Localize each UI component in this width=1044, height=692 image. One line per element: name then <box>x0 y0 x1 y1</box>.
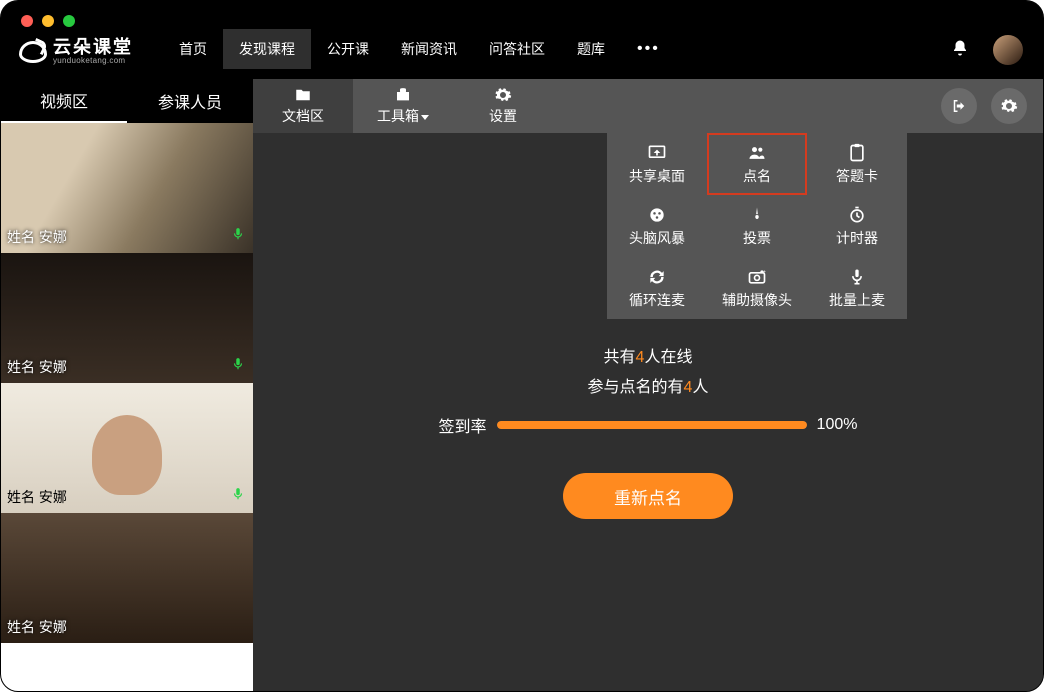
checkin-progress-bar <box>497 421 807 429</box>
user-avatar[interactable] <box>993 35 1023 65</box>
tool-batch-mic[interactable]: 批量上麦 <box>807 257 907 319</box>
tool-vote[interactable]: 投票 <box>707 195 807 257</box>
logo[interactable]: 云朵课堂 yunduoketang.com <box>19 38 133 69</box>
checkin-percent: 100% <box>817 416 858 434</box>
topbar-right <box>951 35 1023 65</box>
settings-button[interactable] <box>991 88 1027 124</box>
nav-more[interactable]: ••• <box>621 30 676 68</box>
left-tabs: 视频区 参课人员 <box>1 79 253 123</box>
logo-text: 云朵课堂 <box>53 38 133 56</box>
person-silhouette <box>92 415 162 495</box>
nav-home[interactable]: 首页 <box>163 29 223 69</box>
tool-rollcall[interactable]: 点名 <box>707 133 807 195</box>
main-toolbar: 文档区 工具箱 设置 <box>253 79 1043 133</box>
window-close-button[interactable] <box>21 15 33 27</box>
left-panel: 视频区 参课人员 姓名 安娜 姓名 安娜 姓名 安娜 姓名 安 <box>1 79 253 691</box>
gear-icon <box>492 86 514 104</box>
video-tile[interactable]: 姓名 安娜 <box>1 513 253 643</box>
toolbar-tools-label: 工具箱 <box>377 108 419 124</box>
exit-icon <box>950 97 968 115</box>
toolbar-settings-label: 设置 <box>489 106 517 126</box>
nav-question-bank[interactable]: 题库 <box>561 29 621 69</box>
video-name-label: 姓名 安娜 <box>7 227 67 247</box>
tab-participants[interactable]: 参课人员 <box>127 79 253 123</box>
tool-answer-card[interactable]: 答题卡 <box>807 133 907 195</box>
cloud-icon <box>19 41 47 63</box>
loop-mic-icon <box>646 267 668 287</box>
video-tile-empty <box>1 643 253 691</box>
app-window: 云朵课堂 yunduoketang.com 首页 发现课程 公开课 新闻资讯 问… <box>0 0 1044 692</box>
main-area: 文档区 工具箱 设置 <box>253 79 1043 691</box>
tool-brainstorm[interactable]: 头脑风暴 <box>607 195 707 257</box>
main-body: 视频区 参课人员 姓名 安娜 姓名 安娜 姓名 安娜 姓名 安 <box>1 79 1043 691</box>
window-traffic-lights <box>21 15 75 27</box>
top-bar: 云朵课堂 yunduoketang.com 首页 发现课程 公开课 新闻资讯 问… <box>1 1 1043 79</box>
video-name-label: 姓名 安娜 <box>7 357 67 377</box>
toolbox-dropdown: 共享桌面 点名 答题卡 头脑风暴 投票 <box>607 133 907 319</box>
video-list: 姓名 安娜 姓名 安娜 姓名 安娜 姓名 安娜 <box>1 123 253 691</box>
batch-mic-icon <box>846 267 868 287</box>
rollcall-again-button[interactable]: 重新点名 <box>563 473 733 519</box>
video-tile[interactable]: 姓名 安娜 <box>1 253 253 383</box>
video-tile[interactable]: 姓名 安娜 <box>1 123 253 253</box>
online-count-line: 共有4人在线 <box>604 343 693 367</box>
timer-icon <box>846 205 868 225</box>
rollcall-icon <box>746 143 768 163</box>
toolbar-right <box>941 88 1043 124</box>
tool-timer[interactable]: 计时器 <box>807 195 907 257</box>
participated-count-line: 参与点名的有4人 <box>588 373 709 397</box>
checkin-rate-label: 签到率 <box>439 413 487 437</box>
nav-qa-community[interactable]: 问答社区 <box>473 29 561 69</box>
mic-icon <box>231 227 245 245</box>
answer-card-icon <box>846 143 868 163</box>
tool-share-screen[interactable]: 共享桌面 <box>607 133 707 195</box>
window-minimize-button[interactable] <box>42 15 54 27</box>
tool-loop-mic[interactable]: 循环连麦 <box>607 257 707 319</box>
main-nav: 首页 发现课程 公开课 新闻资讯 问答社区 题库 ••• <box>163 29 676 69</box>
checkin-progress-fill <box>497 421 807 429</box>
toolbar-doc-label: 文档区 <box>282 106 324 126</box>
mic-icon <box>231 357 245 375</box>
nav-discover-courses[interactable]: 发现课程 <box>223 29 311 69</box>
share-screen-icon <box>646 143 668 163</box>
camera-icon: + <box>746 267 768 287</box>
video-tile[interactable]: 姓名 安娜 <box>1 383 253 513</box>
nav-news[interactable]: 新闻资讯 <box>385 29 473 69</box>
toolbox-icon <box>392 86 414 104</box>
mic-icon <box>231 487 245 505</box>
exit-button[interactable] <box>941 88 977 124</box>
toolbar-document-area[interactable]: 文档区 <box>253 79 353 133</box>
tab-video-area[interactable]: 视频区 <box>1 79 127 123</box>
window-maximize-button[interactable] <box>63 15 75 27</box>
nav-open-courses[interactable]: 公开课 <box>311 29 385 69</box>
logo-subtext: yunduoketang.com <box>53 56 133 65</box>
svg-text:+: + <box>763 269 766 275</box>
video-name-label: 姓名 安娜 <box>7 487 67 507</box>
toolbar-toolbox[interactable]: 工具箱 <box>353 79 453 133</box>
bell-icon[interactable] <box>951 39 969 62</box>
folder-icon <box>292 86 314 104</box>
gear-icon <box>1000 97 1018 115</box>
toolbar-settings[interactable]: 设置 <box>453 79 553 133</box>
tool-aux-camera[interactable]: + 辅助摄像头 <box>707 257 807 319</box>
chevron-down-icon <box>421 115 429 120</box>
brainstorm-icon <box>646 205 668 225</box>
checkin-rate-row: 签到率 100% <box>439 413 858 437</box>
vote-icon <box>746 205 768 225</box>
video-name-label: 姓名 安娜 <box>7 617 67 637</box>
